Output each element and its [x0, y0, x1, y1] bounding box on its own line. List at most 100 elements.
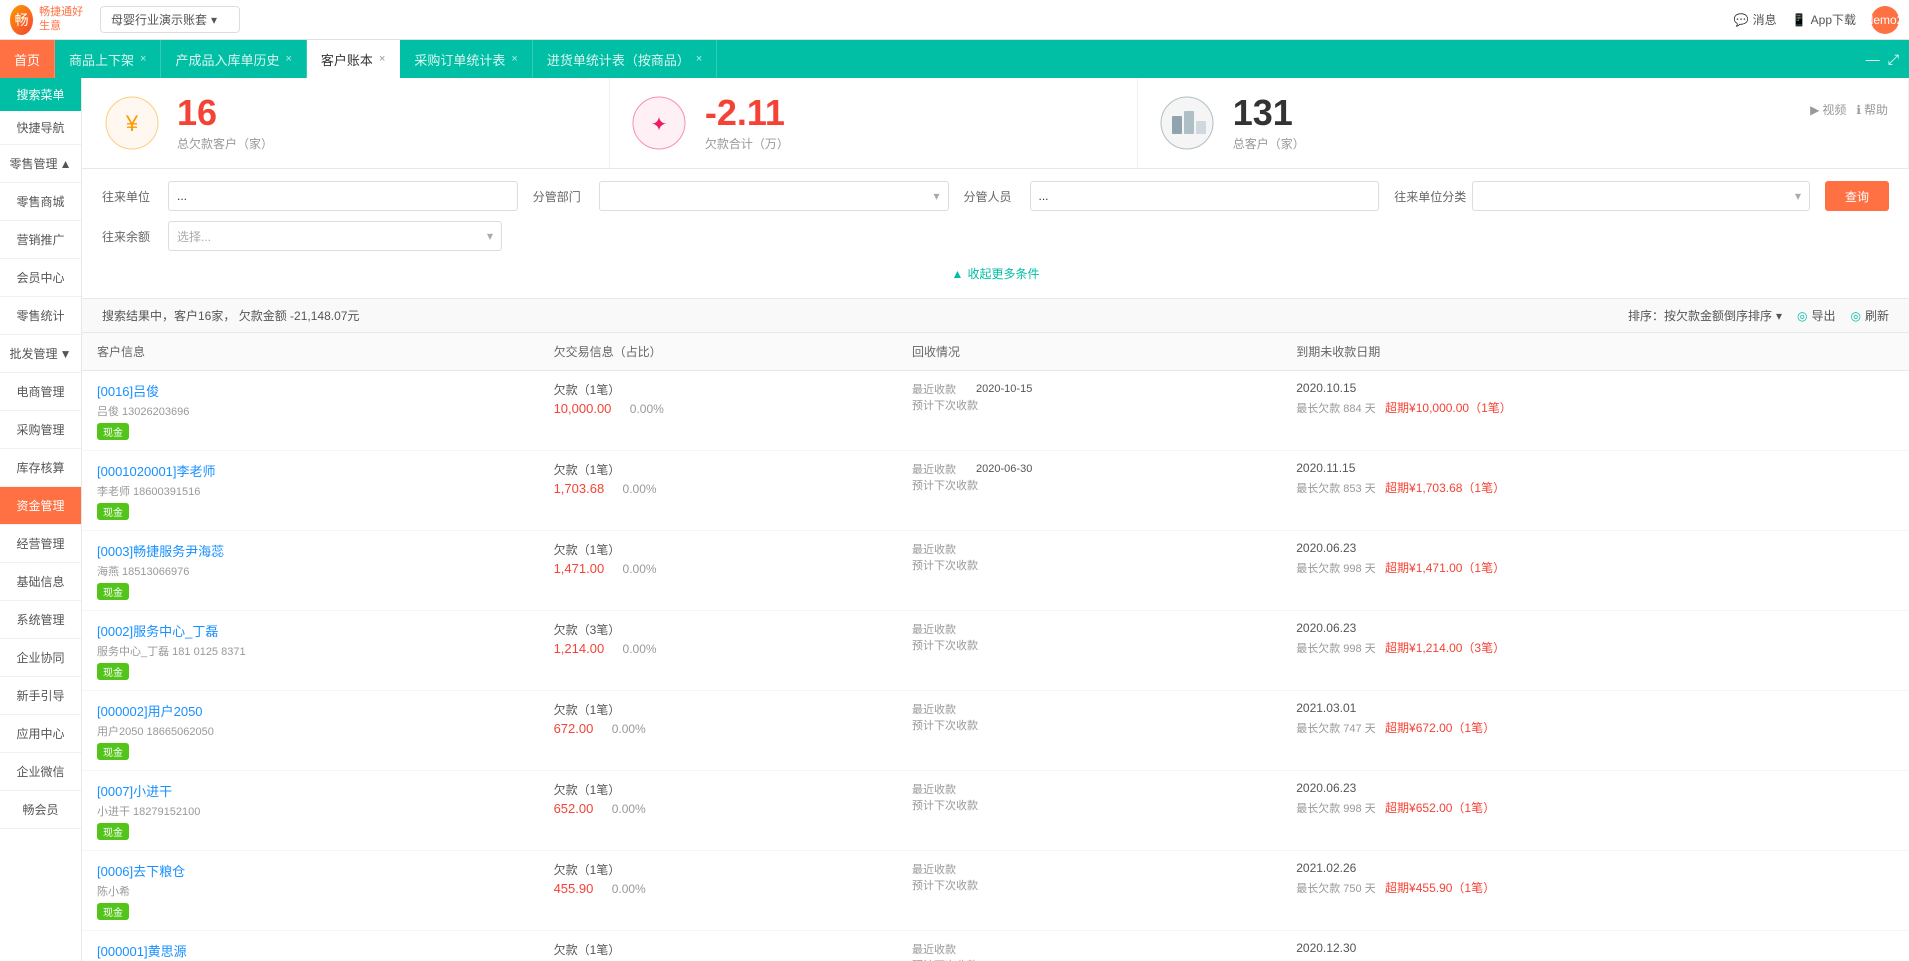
source-unit-input[interactable]: ...	[168, 181, 518, 211]
tab-goods-label: 商品上下架	[69, 50, 134, 69]
overdue-amount-link[interactable]: 超期¥1,471.00（1笔）	[1385, 561, 1505, 575]
logo-icon: 畅	[10, 5, 33, 35]
customer-name-link[interactable]: [0001020001]李老师	[97, 461, 524, 480]
sidebar-search[interactable]: 搜索菜单	[0, 78, 81, 111]
customer-name-link[interactable]: [000001]黄思源	[97, 941, 524, 960]
receivable-cell: 最近收款 2020-10-15 预计下次收款	[897, 371, 1281, 451]
customer-info-cell: [0002]服务中心_丁磊 服务中心_丁磊 181 0125 8371 现金	[82, 611, 539, 691]
sidebar-item-marketing[interactable]: 营销推广	[0, 221, 81, 259]
chevron-down-icon: ▾	[1776, 309, 1782, 323]
debt-pct: 0.00%	[612, 882, 646, 896]
sidebar-item-retail-stat[interactable]: 零售统计	[0, 297, 81, 335]
collapse-btn[interactable]: ▲ 收起更多条件	[102, 261, 1889, 286]
debt-amount[interactable]: 455.90	[554, 881, 594, 896]
sidebar-item-purchase-mgmt[interactable]: 采购管理	[0, 411, 81, 449]
overdue-cell: 2020.06.23 最长欠款 998 天 超期¥1,214.00（3笔）	[1281, 611, 1909, 691]
sort-selector[interactable]: 排序：按欠款金额倒序排序 ▾	[1628, 307, 1782, 324]
sidebar-item-retail-mall[interactable]: 零售商城	[0, 183, 81, 221]
overdue-days: 最长欠款 998 天	[1296, 563, 1375, 575]
arrow-icon: ▼	[60, 347, 72, 361]
customers-table: 客户信息 欠交易信息（占比） 回收情况 到期未收款日期 [0016]吕俊 吕俊 …	[82, 333, 1909, 961]
close-icon[interactable]: ×	[140, 53, 146, 65]
top-bar: 畅 畅捷通好生意 母婴行业演示账套 ▾ 💬 消息 📱 App下载 demo2	[0, 0, 1909, 40]
tab-incoming[interactable]: 进货单统计表（按商品） ×	[533, 40, 717, 78]
close-icon[interactable]: ×	[511, 53, 517, 65]
sidebar-item-basic-info[interactable]: 基础信息	[0, 563, 81, 601]
customer-info-cell: [0006]去下粮仓 陈小希 现金	[82, 851, 539, 931]
debt-amount[interactable]: 10,000.00	[554, 401, 612, 416]
content-area: ¥ 16 总欠款客户（家） ✦ -2.11 欠款合计（	[82, 78, 1909, 961]
sidebar-item-system[interactable]: 系统管理	[0, 601, 81, 639]
customer-name-link[interactable]: [0016]吕俊	[97, 381, 524, 400]
overdue-amount-link[interactable]: 超期¥1,214.00（3笔）	[1385, 641, 1505, 655]
help-link[interactable]: ℹ 帮助	[1856, 101, 1888, 118]
user-area[interactable]: demo2	[1871, 6, 1899, 34]
app-download-btn[interactable]: 📱 App下载	[1792, 11, 1856, 28]
industry-selector[interactable]: 母婴行业演示账套 ▾	[100, 6, 240, 33]
customer-name-link[interactable]: [0007]小进干	[97, 781, 524, 800]
recv-row-1: 最近收款	[912, 781, 1266, 797]
recv-row-1: 最近收款	[912, 861, 1266, 877]
arrow-icon: ▲	[60, 157, 72, 171]
debt-amount[interactable]: 1,471.00	[554, 561, 605, 576]
debt-amount[interactable]: 1,703.68	[554, 481, 605, 496]
classification-select[interactable]: ▾	[1472, 181, 1810, 211]
sidebar-item-batch-mgmt[interactable]: 批发管理 ▼	[0, 335, 81, 373]
sidebar-item-capital[interactable]: 资金管理	[0, 487, 81, 525]
customer-name-link[interactable]: [0002]服务中心_丁磊	[97, 621, 524, 640]
sidebar-item-new-guide[interactable]: 新手引导	[0, 677, 81, 715]
customer-sub: 陈小希	[97, 883, 524, 899]
table-row: [000002]用户2050 用户2050 18665062050 现金 欠款（…	[82, 691, 1909, 771]
overdue-amount-link[interactable]: 超期¥672.00（1笔）	[1385, 721, 1495, 735]
refresh-btn[interactable]: ◎ 刷新	[1851, 307, 1890, 324]
close-icon[interactable]: ×	[696, 53, 702, 65]
message-btn[interactable]: 💬 消息	[1734, 11, 1777, 28]
overdue-amount-label: 欠款合计（万）	[705, 135, 789, 152]
debt-amount[interactable]: 652.00	[554, 801, 594, 816]
close-icon[interactable]: ×	[379, 53, 385, 65]
customer-name-link[interactable]: [0006]去下粮仓	[97, 861, 524, 880]
total-customers-label: 总客户（家）	[1233, 135, 1305, 152]
customer-sub: 用户2050 18665062050	[97, 723, 524, 739]
sidebar-item-operation[interactable]: 经营管理	[0, 525, 81, 563]
sidebar-item-free-member[interactable]: 畅会员	[0, 791, 81, 829]
tab-goods[interactable]: 商品上下架 ×	[55, 40, 161, 78]
sidebar-item-ecommerce[interactable]: 电商管理	[0, 373, 81, 411]
debt-amount[interactable]: 1,214.00	[554, 641, 605, 656]
maximize-icon[interactable]: ⤢	[1888, 51, 1899, 68]
manager-dots: ...	[1039, 189, 1049, 203]
minimize-icon[interactable]: —	[1866, 51, 1880, 67]
export-btn[interactable]: ◎ 导出	[1797, 307, 1836, 324]
recv-label: 最近收款	[912, 781, 956, 797]
customer-info-cell: [0001020001]李老师 李老师 18600391516 现金	[82, 451, 539, 531]
overdue-amount-link[interactable]: 超期¥10,000.00（1笔）	[1385, 401, 1512, 415]
customer-name-link[interactable]: [000002]用户2050	[97, 701, 524, 720]
debt-info-cell: 欠款（1笔） 652.00 0.00%	[539, 771, 897, 851]
sidebar-item-retail-mgmt[interactable]: 零售管理 ▲	[0, 145, 81, 183]
sidebar-item-app-center[interactable]: 应用中心	[0, 715, 81, 753]
chevron-down-icon: ▾	[1795, 189, 1801, 203]
query-button[interactable]: 查询	[1825, 181, 1889, 211]
debt-amount[interactable]: 672.00	[554, 721, 594, 736]
sidebar-item-enterprise-wx[interactable]: 企业微信	[0, 753, 81, 791]
balance-select[interactable]: 选择... ▾	[168, 221, 502, 251]
overdue-amount-link[interactable]: 超期¥455.90（1笔）	[1385, 881, 1495, 895]
video-label: 视频	[1822, 101, 1846, 118]
tab-production[interactable]: 产成品入库单历史 ×	[161, 40, 306, 78]
division-select[interactable]: ▾	[599, 181, 949, 211]
tab-purchase[interactable]: 采购订单统计表 ×	[400, 40, 532, 78]
sidebar-item-member[interactable]: 会员中心	[0, 259, 81, 297]
sidebar-item-quick-nav[interactable]: 快捷导航	[0, 111, 81, 145]
close-icon[interactable]: ×	[285, 53, 291, 65]
tab-actions: — ⤢	[1856, 51, 1909, 68]
receivable-cell: 最近收款 预计下次收款	[897, 931, 1281, 961]
tab-home[interactable]: 首页	[0, 40, 55, 78]
tab-customer[interactable]: 客户账本 ×	[307, 40, 400, 78]
sidebar-item-inventory[interactable]: 库存核算	[0, 449, 81, 487]
overdue-amount-link[interactable]: 超期¥652.00（1笔）	[1385, 801, 1495, 815]
overdue-amount-link[interactable]: 超期¥1,703.68（1笔）	[1385, 481, 1505, 495]
sidebar-item-enterprise[interactable]: 企业协同	[0, 639, 81, 677]
video-link[interactable]: ▶ 视频	[1810, 101, 1846, 118]
customer-name-link[interactable]: [0003]畅捷服务尹海蕊	[97, 541, 524, 560]
manager-input[interactable]: ...	[1030, 181, 1380, 211]
